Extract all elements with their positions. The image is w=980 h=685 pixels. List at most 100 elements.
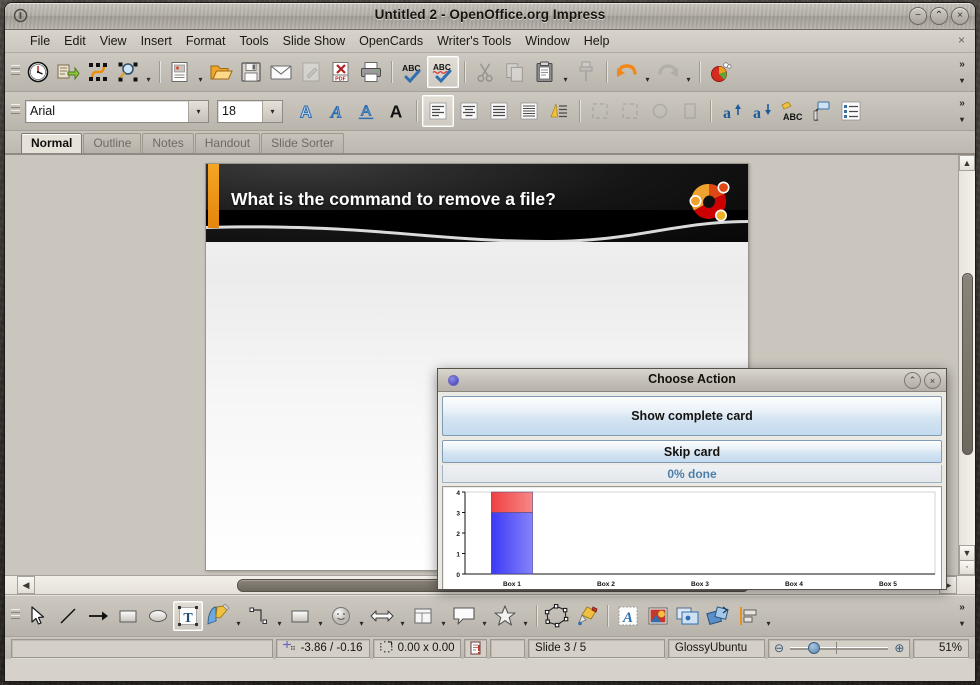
recent-documents-icon[interactable] [23, 57, 53, 87]
vertical-scroll-thumb[interactable] [962, 273, 973, 455]
print-icon[interactable] [356, 57, 386, 87]
connector-icon[interactable] [244, 601, 274, 631]
maximize-button[interactable]: ⌃ [930, 7, 948, 25]
redo-icon[interactable] [653, 57, 683, 87]
alignment-dropdown-caret[interactable]: ▾ [763, 598, 774, 635]
tab-outline[interactable]: Outline [83, 133, 141, 153]
save-icon[interactable] [236, 57, 266, 87]
tab-slide-sorter[interactable]: Slide Sorter [261, 133, 344, 153]
undo-dropdown-caret[interactable]: ▾ [642, 54, 653, 91]
ellipse-icon[interactable] [143, 601, 173, 631]
stars-icon[interactable] [490, 601, 520, 631]
cut-icon[interactable] [470, 57, 500, 87]
standard-toolbar-overflow[interactable]: » ▾ [951, 53, 973, 91]
redo-dropdown-caret[interactable]: ▾ [683, 54, 694, 91]
close-document-button[interactable]: × [958, 33, 965, 47]
skip-card-button[interactable]: Skip card [442, 440, 942, 463]
new-document-icon[interactable] [165, 57, 195, 87]
zoom-slider-track[interactable] [784, 640, 894, 657]
select-icon[interactable] [23, 601, 53, 631]
tab-normal[interactable]: Normal [21, 133, 82, 153]
rectangle-icon[interactable] [113, 601, 143, 631]
toolbar-grip[interactable] [11, 60, 20, 84]
align-left-icon[interactable] [422, 95, 454, 127]
minimize-dialog-button[interactable]: ⌃ [904, 372, 921, 389]
email-document-icon[interactable] [266, 57, 296, 87]
scroll-left-arrow[interactable]: ◀ [17, 576, 35, 594]
open-icon[interactable] [206, 57, 236, 87]
paste-icon[interactable] [530, 57, 560, 87]
edit-points-icon[interactable] [83, 57, 113, 87]
alignment-icon[interactable] [733, 601, 763, 631]
menu-window[interactable]: Window [518, 32, 576, 50]
insert-image-icon[interactable] [643, 601, 673, 631]
close-dialog-button[interactable]: × [924, 372, 941, 389]
slide-title[interactable]: What is the command to remove a file? [231, 189, 556, 210]
fontwork-icon[interactable]: A [613, 601, 643, 631]
scroll-split-button[interactable]: ◦ [959, 560, 975, 575]
align-center-icon[interactable] [454, 96, 484, 126]
italic-icon[interactable]: A [321, 96, 351, 126]
increase-font-icon[interactable]: a [716, 96, 746, 126]
bold-icon[interactable]: A [291, 96, 321, 126]
chart-icon[interactable] [705, 57, 735, 87]
points-icon[interactable] [542, 601, 572, 631]
glue-points-icon[interactable] [572, 601, 602, 631]
zoom-slider-field[interactable]: ⊖ ⊕ [768, 639, 910, 658]
toolbar-grip[interactable] [11, 99, 20, 123]
tab-handout[interactable]: Handout [195, 133, 260, 153]
flowchart-dropdown-caret[interactable]: ▾ [438, 598, 449, 635]
new-dropdown-caret[interactable]: ▾ [195, 54, 206, 91]
menu-insert[interactable]: Insert [134, 32, 179, 50]
align-justified-icon[interactable] [514, 96, 544, 126]
menu-help[interactable]: Help [577, 32, 617, 50]
spelling-icon[interactable]: ABC [397, 57, 427, 87]
decrease-font-icon[interactable]: a [746, 96, 776, 126]
menu-opencards[interactable]: OpenCards [352, 32, 430, 50]
menu-slide-show[interactable]: Slide Show [276, 32, 353, 50]
symbol-shapes-icon[interactable] [326, 601, 356, 631]
menu-file[interactable]: File [23, 32, 57, 50]
text-box-icon[interactable]: T [173, 601, 203, 631]
insert-media-icon[interactable] [673, 601, 703, 631]
stars-dropdown-caret[interactable]: ▾ [520, 598, 531, 635]
zoom-icon[interactable] [113, 57, 143, 87]
dialog-titlebar[interactable]: Choose Action ⌃ × [438, 369, 946, 392]
character-icon[interactable]: ABC [776, 96, 806, 126]
font-name-dropdown-icon[interactable]: ▾ [188, 101, 208, 122]
line-spacing-icon[interactable] [544, 96, 574, 126]
bullets-numbering-icon[interactable] [836, 96, 866, 126]
connector-dropdown-caret[interactable]: ▾ [274, 598, 285, 635]
choose-action-dialog[interactable]: Choose Action ⌃ × Show complete card Ski… [437, 368, 947, 590]
window-titlebar[interactable]: Untitled 2 - OpenOffice.org Impress − ⌃ … [5, 3, 975, 30]
zoom-slider-thumb[interactable] [808, 642, 820, 654]
menu-view[interactable]: View [93, 32, 134, 50]
font-name-input[interactable] [26, 101, 188, 122]
export-pdf-icon[interactable]: PDF [326, 57, 356, 87]
scroll-up-arrow[interactable]: ▲ [959, 155, 975, 171]
font-size-dropdown-icon[interactable]: ▾ [262, 101, 282, 122]
clone-formatting-icon[interactable] [571, 57, 601, 87]
underline-icon[interactable]: A [351, 96, 381, 126]
paragraph-icon[interactable] [806, 96, 836, 126]
line-arrow-end-icon[interactable] [83, 601, 113, 631]
curve-dropdown-caret[interactable]: ▾ [233, 598, 244, 635]
autospellcheck-icon[interactable]: ABC [427, 56, 459, 88]
minimize-button[interactable]: − [909, 7, 927, 25]
undo-icon[interactable] [612, 57, 642, 87]
menu-edit[interactable]: Edit [57, 32, 93, 50]
basic-shapes-dropdown-caret[interactable]: ▾ [315, 598, 326, 635]
close-button[interactable]: × [951, 7, 969, 25]
zoom-in-icon[interactable]: ⊕ [894, 641, 904, 655]
callouts-icon[interactable] [449, 601, 479, 631]
curve-icon[interactable] [203, 601, 233, 631]
paste-dropdown-caret[interactable]: ▾ [560, 54, 571, 91]
vertical-scrollbar[interactable]: ▲ ▼ ◦ [958, 155, 975, 575]
tab-notes[interactable]: Notes [142, 133, 193, 153]
export-pdf-wizard-icon[interactable] [53, 57, 83, 87]
edit-file-icon[interactable] [296, 57, 326, 87]
line-icon[interactable] [53, 601, 83, 631]
menu-format[interactable]: Format [179, 32, 233, 50]
document-modified-icon[interactable] [464, 639, 487, 658]
font-size-input[interactable] [218, 101, 262, 122]
